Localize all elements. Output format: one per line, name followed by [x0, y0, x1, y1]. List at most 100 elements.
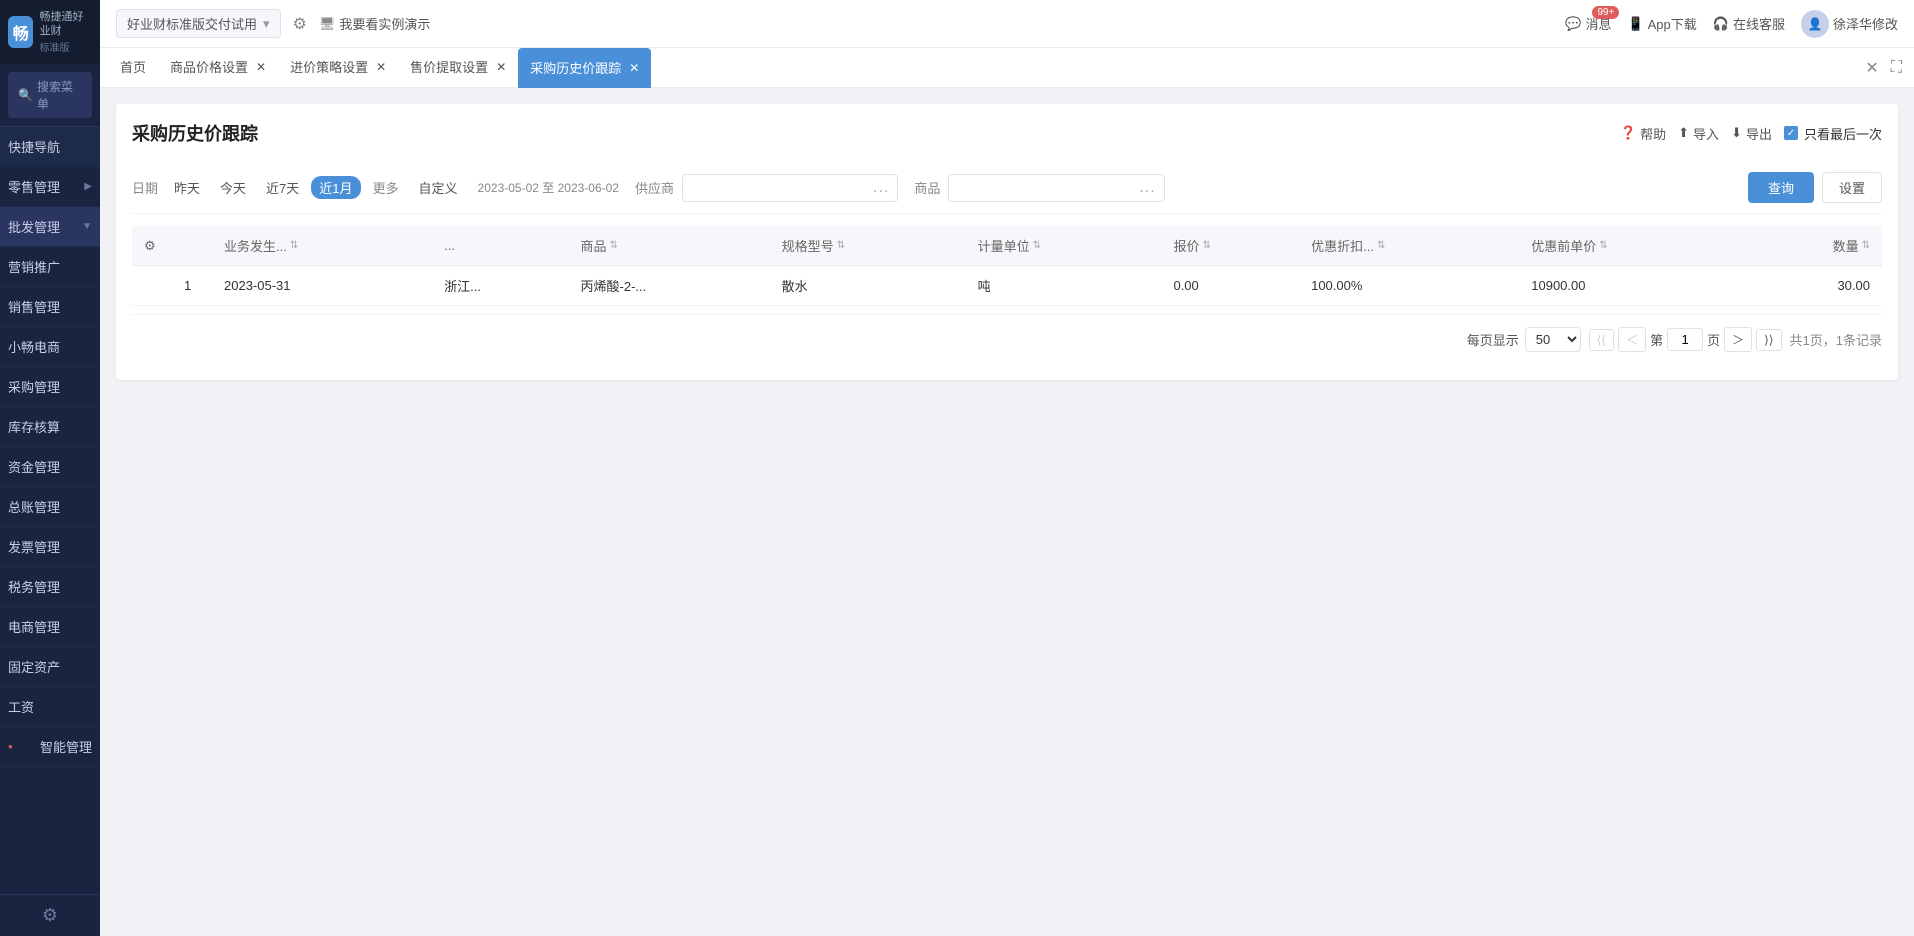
- sidebar-item-accounting[interactable]: 总账管理: [0, 487, 100, 527]
- export-button[interactable]: ⬇ 导出: [1731, 124, 1772, 143]
- sidebar-item-marketing[interactable]: 营销推广: [0, 247, 100, 287]
- date-option-last7[interactable]: 近7天: [258, 176, 307, 199]
- tab-sale-price[interactable]: 售价提取设置 ✕: [398, 48, 518, 88]
- cell-spec: 散水: [770, 266, 966, 306]
- help-button[interactable]: ❓ 帮助: [1620, 124, 1666, 143]
- prev-page-button[interactable]: ＜: [1618, 327, 1646, 352]
- close-icon[interactable]: ✕: [256, 60, 266, 74]
- online-service-button[interactable]: 🎧 在线客服: [1713, 14, 1785, 33]
- date-option-today[interactable]: 今天: [212, 176, 254, 199]
- sidebar-item-ecom[interactable]: 电商管理: [0, 607, 100, 647]
- app-download-button[interactable]: 📱 App下载: [1627, 14, 1696, 33]
- sort-icon: ⇅: [290, 240, 298, 251]
- col-date[interactable]: 业务发生... ⇅: [212, 226, 432, 266]
- date-option-yesterday[interactable]: 昨天: [166, 176, 208, 199]
- page-actions: ❓ 帮助 ⬆ 导入 ⬇ 导出 ✓ 只看最后一次: [1620, 124, 1882, 143]
- sidebar-item-wholesale[interactable]: 批发管理 ▼: [0, 207, 100, 247]
- settings-icon[interactable]: ⚙: [42, 905, 58, 926]
- tab-product-price[interactable]: 商品价格设置 ✕: [158, 48, 278, 88]
- sidebar-item-ai[interactable]: 智能管理: [0, 727, 100, 767]
- sidebar-item-salary[interactable]: 工资: [0, 687, 100, 727]
- sort-icon: ⇅: [1862, 240, 1870, 251]
- checkbox-checked-icon: ✓: [1784, 126, 1798, 140]
- per-page-select[interactable]: 50 20 100: [1525, 327, 1581, 352]
- sidebar-item-purchase[interactable]: 采购管理: [0, 367, 100, 407]
- settings-button[interactable]: 设置: [1822, 172, 1882, 203]
- date-option-custom[interactable]: 自定义: [411, 176, 466, 199]
- sidebar-item-ecom-small[interactable]: 小畅电商: [0, 327, 100, 367]
- col-pre-discount[interactable]: 优惠前单价 ⇅: [1519, 226, 1744, 266]
- product-filter-group: 商品 ...: [914, 174, 1164, 202]
- first-page-button[interactable]: ⟨⟨: [1589, 329, 1614, 351]
- last-page-button[interactable]: ⟩⟩: [1756, 329, 1781, 351]
- col-extra[interactable]: ...: [432, 226, 568, 266]
- demo-button[interactable]: 🖥 我要看实例演示: [319, 14, 431, 33]
- maximize-tab-button[interactable]: ⛶: [1887, 55, 1906, 81]
- close-icon[interactable]: ✕: [629, 61, 639, 75]
- data-table: ⚙ 业务发生... ⇅ ...: [132, 226, 1882, 306]
- page-label: 第: [1650, 330, 1663, 349]
- supplier-input[interactable]: [691, 180, 867, 195]
- monitor-icon: 🖥: [319, 16, 336, 32]
- version-select[interactable]: 好业财标准版交付试用 ▾: [116, 9, 281, 38]
- close-icon[interactable]: ✕: [496, 60, 506, 74]
- supplier-input-wrap[interactable]: ...: [682, 174, 898, 202]
- cell-no: 1: [172, 266, 212, 306]
- col-spec[interactable]: 规格型号 ⇅: [770, 226, 966, 266]
- supplier-dots-button[interactable]: ...: [873, 179, 889, 197]
- page-header: 采购历史价跟踪 ❓ 帮助 ⬆ 导入 ⬇ 导出 ✓: [132, 120, 1882, 146]
- sort-icon: ⇅: [1033, 240, 1041, 251]
- message-button[interactable]: 💬 消息 99+: [1565, 14, 1611, 33]
- sidebar-item-tax[interactable]: 税务管理: [0, 567, 100, 607]
- only-last-checkbox[interactable]: ✓ 只看最后一次: [1784, 124, 1882, 143]
- search-menu-button[interactable]: 🔍 搜索菜单: [8, 72, 92, 118]
- sidebar-item-inventory[interactable]: 库存核算: [0, 407, 100, 447]
- cell-product: 丙烯酸-2-...: [569, 266, 770, 306]
- app-icon: 📱: [1627, 16, 1643, 32]
- date-option-more[interactable]: 更多: [365, 176, 407, 199]
- col-settings[interactable]: ⚙: [132, 226, 172, 266]
- filter-buttons: 查询 设置: [1748, 172, 1882, 203]
- date-options: 昨天 今天 近7天 近1月 更多 自定义: [166, 176, 466, 199]
- close-tab-button[interactable]: ✕: [1861, 54, 1882, 82]
- sort-icon: ⇅: [837, 240, 845, 251]
- cell-quote: 0.00: [1161, 266, 1299, 306]
- sort-icon: ⇅: [1599, 240, 1607, 251]
- page-total: 共1页，1条记录: [1790, 330, 1882, 349]
- col-quantity[interactable]: 数量 ⇅: [1744, 226, 1882, 266]
- export-icon: ⬇: [1731, 125, 1742, 141]
- close-icon[interactable]: ✕: [376, 60, 386, 74]
- sidebar-item-invoice[interactable]: 发票管理: [0, 527, 100, 567]
- query-button[interactable]: 查询: [1748, 172, 1814, 203]
- tab-purchase-history[interactable]: 采购历史价跟踪 ✕: [518, 48, 651, 88]
- topbar: 好业财标准版交付试用 ▾ ⚙ 🖥 我要看实例演示 💬 消息 99+ 📱 App下…: [100, 0, 1914, 48]
- col-quote[interactable]: 报价 ⇅: [1161, 226, 1299, 266]
- cell-supplier: 浙江...: [432, 266, 568, 306]
- topbar-settings-icon[interactable]: ⚙: [293, 14, 307, 34]
- tab-price-strategy[interactable]: 进价策略设置 ✕: [278, 48, 398, 88]
- sidebar-item-quick-nav[interactable]: 快捷导航: [0, 127, 100, 167]
- sidebar-logo: 畅 畅捷通好业财 标准版: [0, 0, 100, 64]
- version-label: 好业财标准版交付试用: [127, 14, 257, 33]
- sidebar-item-finance[interactable]: 资金管理: [0, 447, 100, 487]
- next-page-button[interactable]: ＞: [1724, 327, 1752, 352]
- supplier-label: 供应商: [635, 178, 674, 197]
- product-label: 商品: [914, 178, 940, 197]
- sidebar-item-retail[interactable]: 零售管理 ▶: [0, 167, 100, 207]
- sidebar-search-section: 🔍 搜索菜单: [0, 64, 100, 127]
- col-product[interactable]: 商品 ⇅: [569, 226, 770, 266]
- col-unit[interactable]: 计量单位 ⇅: [966, 226, 1162, 266]
- page-input[interactable]: [1667, 328, 1703, 351]
- sidebar-item-sales[interactable]: 销售管理: [0, 287, 100, 327]
- product-dots-button[interactable]: ...: [1139, 179, 1155, 197]
- date-option-last1m[interactable]: 近1月: [311, 176, 360, 199]
- import-button[interactable]: ⬆ 导入: [1678, 124, 1719, 143]
- sidebar-item-assets[interactable]: 固定资产: [0, 647, 100, 687]
- sort-icon: ⇅: [1202, 240, 1210, 251]
- col-discount[interactable]: 优惠折扣... ⇅: [1299, 226, 1519, 266]
- tab-home[interactable]: 首页: [108, 48, 158, 88]
- user-menu[interactable]: 👤 徐泽华修改: [1801, 10, 1898, 38]
- product-input-wrap[interactable]: ...: [948, 174, 1164, 202]
- page-title: 采购历史价跟踪: [132, 120, 258, 146]
- product-input[interactable]: [957, 180, 1133, 195]
